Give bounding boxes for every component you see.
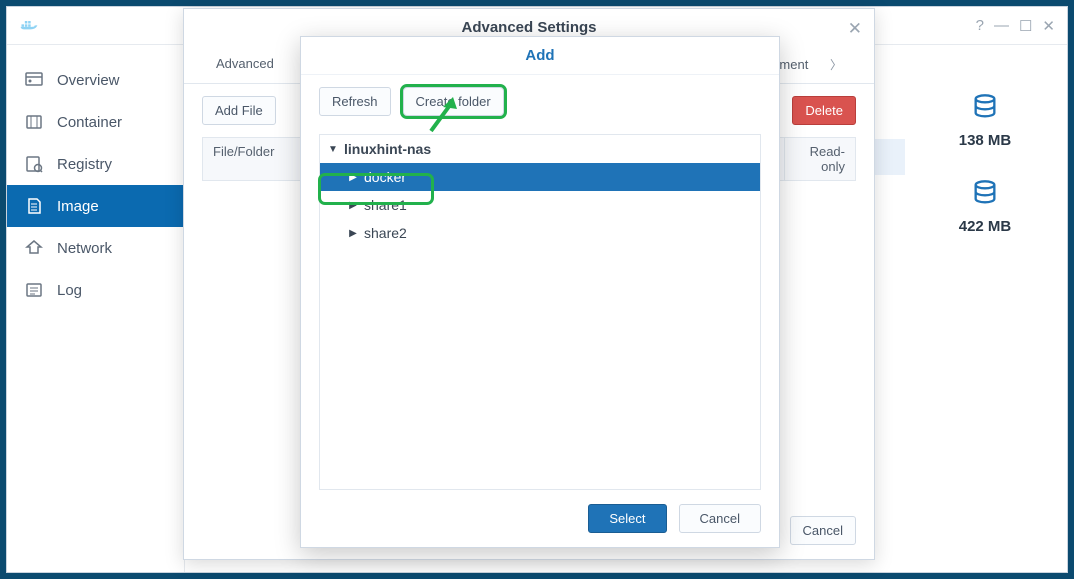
tab-advanced[interactable]: Advanced xyxy=(202,46,288,83)
close-icon[interactable]: ✕ xyxy=(848,19,862,39)
sidebar-label: Overview xyxy=(57,72,120,89)
log-icon xyxy=(25,281,43,299)
minimize-icon[interactable]: — xyxy=(994,17,1009,34)
chevron-right-icon[interactable]: 〉 xyxy=(830,58,842,72)
refresh-button[interactable]: Refresh xyxy=(319,87,391,116)
tree-label: share1 xyxy=(364,197,407,213)
sidebar-label: Registry xyxy=(57,156,112,173)
sidebar-item-overview[interactable]: Overview xyxy=(7,59,184,101)
dialog-title: Add xyxy=(301,37,779,75)
add-dialog: Add Refresh Create folder ▼ linuxhint-na… xyxy=(300,36,780,548)
tree-item-share2[interactable]: ▶ share2 xyxy=(320,219,760,247)
sidebar-item-network[interactable]: Network xyxy=(7,227,184,269)
chevron-right-icon: ▶ xyxy=(348,228,358,239)
select-button[interactable]: Select xyxy=(588,504,666,533)
sidebar-item-image[interactable]: Image xyxy=(7,185,184,227)
chevron-right-icon: ▶ xyxy=(348,200,358,211)
image-size-badge: 422 MB xyxy=(959,179,1012,235)
image-icon xyxy=(25,197,43,215)
image-size-badge: 138 MB xyxy=(959,93,1012,149)
sidebar-label: Network xyxy=(57,240,112,257)
chevron-down-icon: ▼ xyxy=(328,144,338,155)
image-size: 422 MB xyxy=(959,218,1012,235)
tree-label: docker xyxy=(364,169,406,185)
cancel-button[interactable]: Cancel xyxy=(679,504,761,533)
column-readonly: Read-only xyxy=(785,138,855,180)
image-sizes: 138 MB 422 MB xyxy=(925,93,1045,235)
network-icon xyxy=(25,239,43,257)
sidebar-label: Log xyxy=(57,282,82,299)
container-icon xyxy=(25,113,43,131)
tree-root[interactable]: ▼ linuxhint-nas xyxy=(320,135,760,163)
window-controls: ? — ☐ ✕ xyxy=(976,17,1055,35)
database-icon xyxy=(971,93,999,126)
folder-tree[interactable]: ▼ linuxhint-nas ▶ docker ▶ share1 ▶ shar… xyxy=(319,134,761,490)
database-icon xyxy=(971,179,999,212)
registry-icon xyxy=(25,155,43,173)
dialog-footer: Select Cancel xyxy=(588,504,761,533)
tree-item-share1[interactable]: ▶ share1 xyxy=(320,191,760,219)
help-icon[interactable]: ? xyxy=(976,17,984,34)
maximize-icon[interactable]: ☐ xyxy=(1019,17,1032,35)
create-folder-button[interactable]: Create folder xyxy=(403,87,504,116)
sidebar-item-log[interactable]: Log xyxy=(7,269,184,311)
tree-label: linuxhint-nas xyxy=(344,141,431,157)
image-size: 138 MB xyxy=(959,132,1012,149)
tree-item-docker[interactable]: ▶ docker xyxy=(320,163,760,191)
delete-button[interactable]: Delete xyxy=(792,96,856,125)
sidebar-label: Image xyxy=(57,198,99,215)
toolbar: Refresh Create folder xyxy=(301,75,779,128)
tree-label: share2 xyxy=(364,225,407,241)
sidebar-label: Container xyxy=(57,114,122,131)
docker-logo-icon xyxy=(19,16,39,36)
add-file-button[interactable]: Add File xyxy=(202,96,276,125)
sidebar-item-registry[interactable]: Registry xyxy=(7,143,184,185)
cancel-button[interactable]: Cancel xyxy=(790,516,856,545)
overview-icon xyxy=(25,71,43,89)
sidebar-item-container[interactable]: Container xyxy=(7,101,184,143)
chevron-right-icon: ▶ xyxy=(348,172,358,183)
sidebar: Overview Container Registry Image Networ… xyxy=(7,45,185,572)
close-icon[interactable]: ✕ xyxy=(1042,17,1055,35)
